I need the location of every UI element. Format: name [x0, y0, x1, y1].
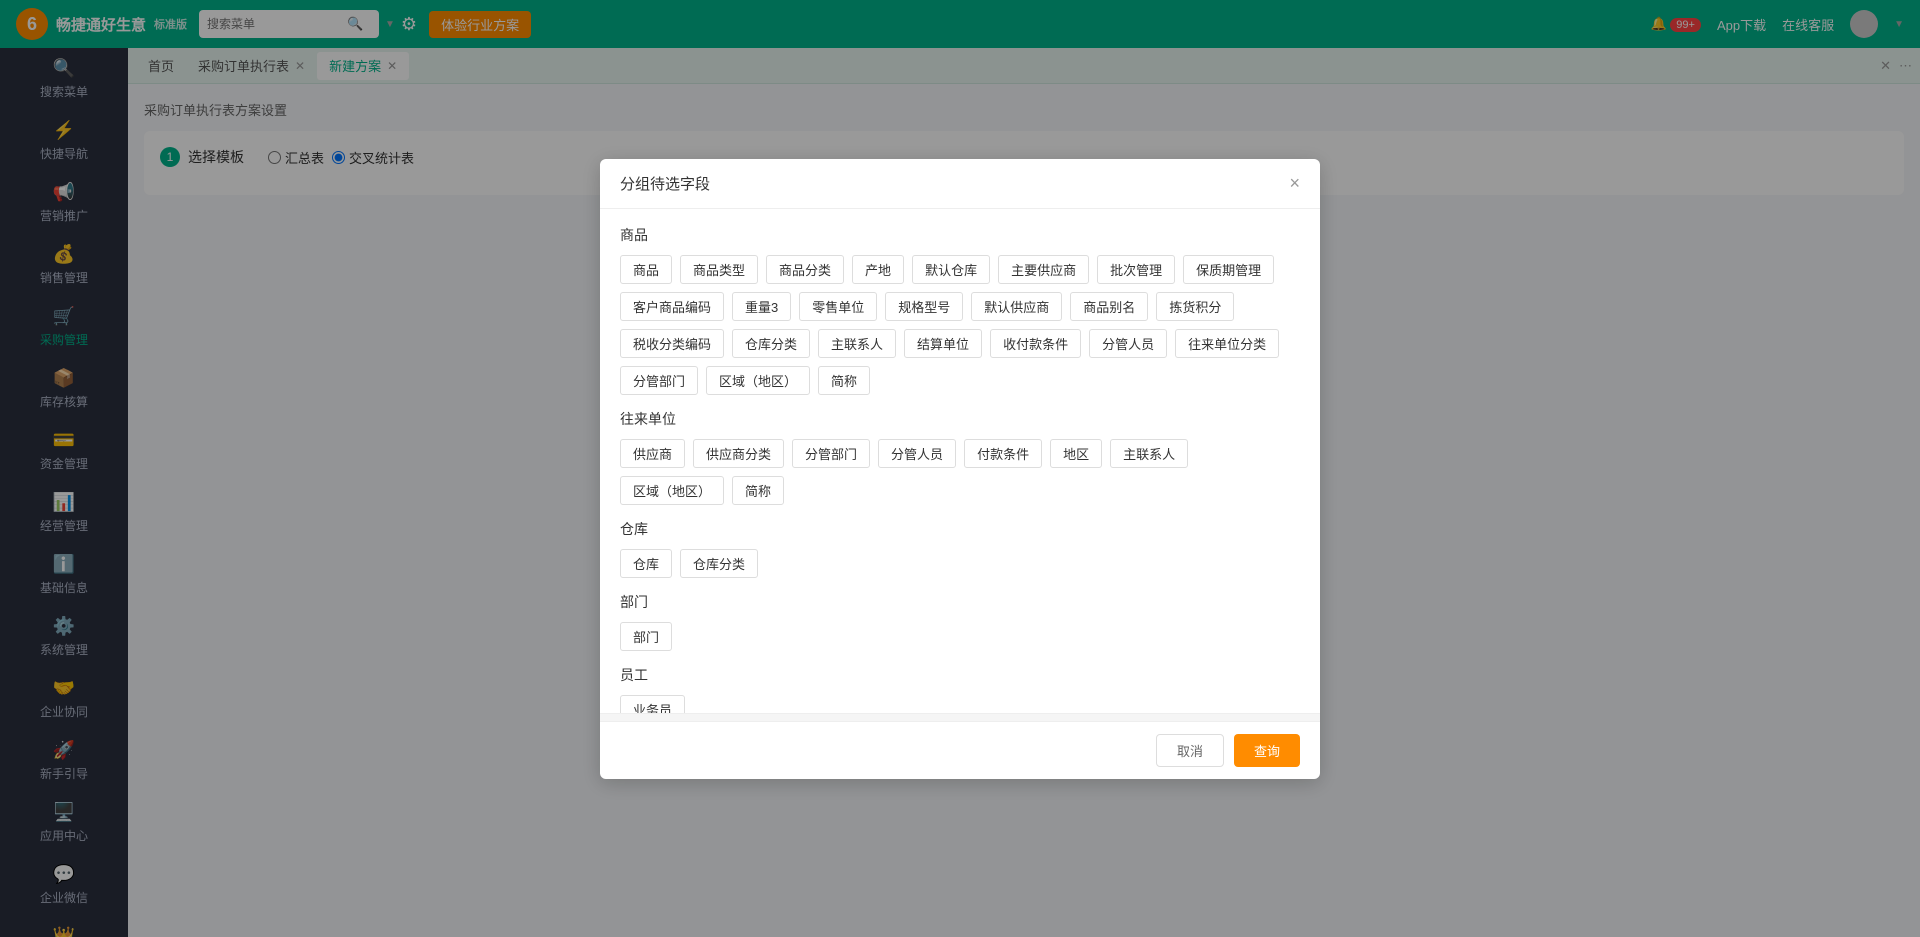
field-tag-product-batch[interactable]: 批次管理 [1097, 255, 1175, 284]
field-tag-partner-supcat[interactable]: 供应商分类 [693, 439, 784, 468]
field-tag-product-payment[interactable]: 收付款条件 [990, 329, 1081, 358]
field-tag-product-defsupplier[interactable]: 默认供应商 [971, 292, 1062, 321]
modal-title: 分组待选字段 [620, 173, 710, 194]
field-tag-product-shortname[interactable]: 简称 [818, 366, 870, 395]
field-tag-product-points[interactable]: 拣货积分 [1156, 292, 1234, 321]
confirm-button[interactable]: 查询 [1234, 734, 1300, 767]
field-tag-product-weight[interactable]: 重量3 [732, 292, 791, 321]
section-title-product: 商品 [620, 225, 1300, 245]
cancel-button[interactable]: 取消 [1156, 734, 1224, 767]
field-tag-partner-contact[interactable]: 主联系人 [1110, 439, 1188, 468]
field-tag-product-alias[interactable]: 商品别名 [1070, 292, 1148, 321]
section-title-partner: 往来单位 [620, 409, 1300, 429]
field-tag-product-custcode[interactable]: 客户商品编码 [620, 292, 724, 321]
field-tags-product: 商品 商品类型 商品分类 产地 默认仓库 主要供应商 批次管理 保质期管理 客户… [620, 255, 1300, 395]
field-tags-dept: 部门 [620, 622, 1300, 651]
field-tags-partner: 供应商 供应商分类 分管部门 分管人员 付款条件 地区 主联系人 区域（地区） … [620, 439, 1300, 505]
field-tag-product-shelf[interactable]: 保质期管理 [1183, 255, 1274, 284]
field-tag-product-spec[interactable]: 规格型号 [885, 292, 963, 321]
field-tag-product-taxcode[interactable]: 税收分类编码 [620, 329, 724, 358]
field-tag-warehouse-name[interactable]: 仓库 [620, 549, 672, 578]
modal-hscroll [600, 713, 1320, 721]
field-tag-partner-shortname[interactable]: 简称 [732, 476, 784, 505]
modal-close-btn[interactable]: × [1289, 173, 1300, 194]
section-title-warehouse: 仓库 [620, 519, 1300, 539]
field-tag-product-dept[interactable]: 分管部门 [620, 366, 698, 395]
field-tag-product-contact[interactable]: 主联系人 [818, 329, 896, 358]
modal-header: 分组待选字段 × [600, 159, 1320, 209]
field-tag-product-unitcat[interactable]: 往来单位分类 [1175, 329, 1279, 358]
field-tag-partner-supplier[interactable]: 供应商 [620, 439, 685, 468]
field-select-modal: 分组待选字段 × 商品 商品 商品类型 商品分类 产地 默认仓库 主要供应商 批… [600, 159, 1320, 779]
field-tag-dept-name[interactable]: 部门 [620, 622, 672, 651]
field-tags-employee: 业务员 [620, 695, 1300, 713]
field-tag-product-origin[interactable]: 产地 [852, 255, 904, 284]
modal-body: 商品 商品 商品类型 商品分类 产地 默认仓库 主要供应商 批次管理 保质期管理… [600, 209, 1320, 713]
field-tags-warehouse: 仓库 仓库分类 [620, 549, 1300, 578]
field-tag-partner-dept[interactable]: 分管部门 [792, 439, 870, 468]
field-tag-partner-manager[interactable]: 分管人员 [878, 439, 956, 468]
field-tag-warehouse-cat[interactable]: 仓库分类 [680, 549, 758, 578]
field-tag-partner-area[interactable]: 区域（地区） [620, 476, 724, 505]
field-tag-product-goods[interactable]: 商品 [620, 255, 672, 284]
field-tag-product-region[interactable]: 区域（地区） [706, 366, 810, 395]
field-tag-partner-payment[interactable]: 付款条件 [964, 439, 1042, 468]
field-tag-product-category[interactable]: 商品分类 [766, 255, 844, 284]
field-tag-product-settlement[interactable]: 结算单位 [904, 329, 982, 358]
field-tag-product-manager[interactable]: 分管人员 [1089, 329, 1167, 358]
field-tag-employee-salesperson[interactable]: 业务员 [620, 695, 685, 713]
field-tag-product-warecat[interactable]: 仓库分类 [732, 329, 810, 358]
section-title-dept: 部门 [620, 592, 1300, 612]
field-tag-product-warehouse[interactable]: 默认仓库 [912, 255, 990, 284]
field-tag-product-type[interactable]: 商品类型 [680, 255, 758, 284]
field-tag-product-retail[interactable]: 零售单位 [799, 292, 877, 321]
section-title-employee: 员工 [620, 665, 1300, 685]
field-tag-product-supplier[interactable]: 主要供应商 [998, 255, 1089, 284]
field-tag-partner-region[interactable]: 地区 [1050, 439, 1102, 468]
modal-overlay: 分组待选字段 × 商品 商品 商品类型 商品分类 产地 默认仓库 主要供应商 批… [0, 0, 1920, 937]
modal-footer: 取消 查询 [600, 721, 1320, 779]
